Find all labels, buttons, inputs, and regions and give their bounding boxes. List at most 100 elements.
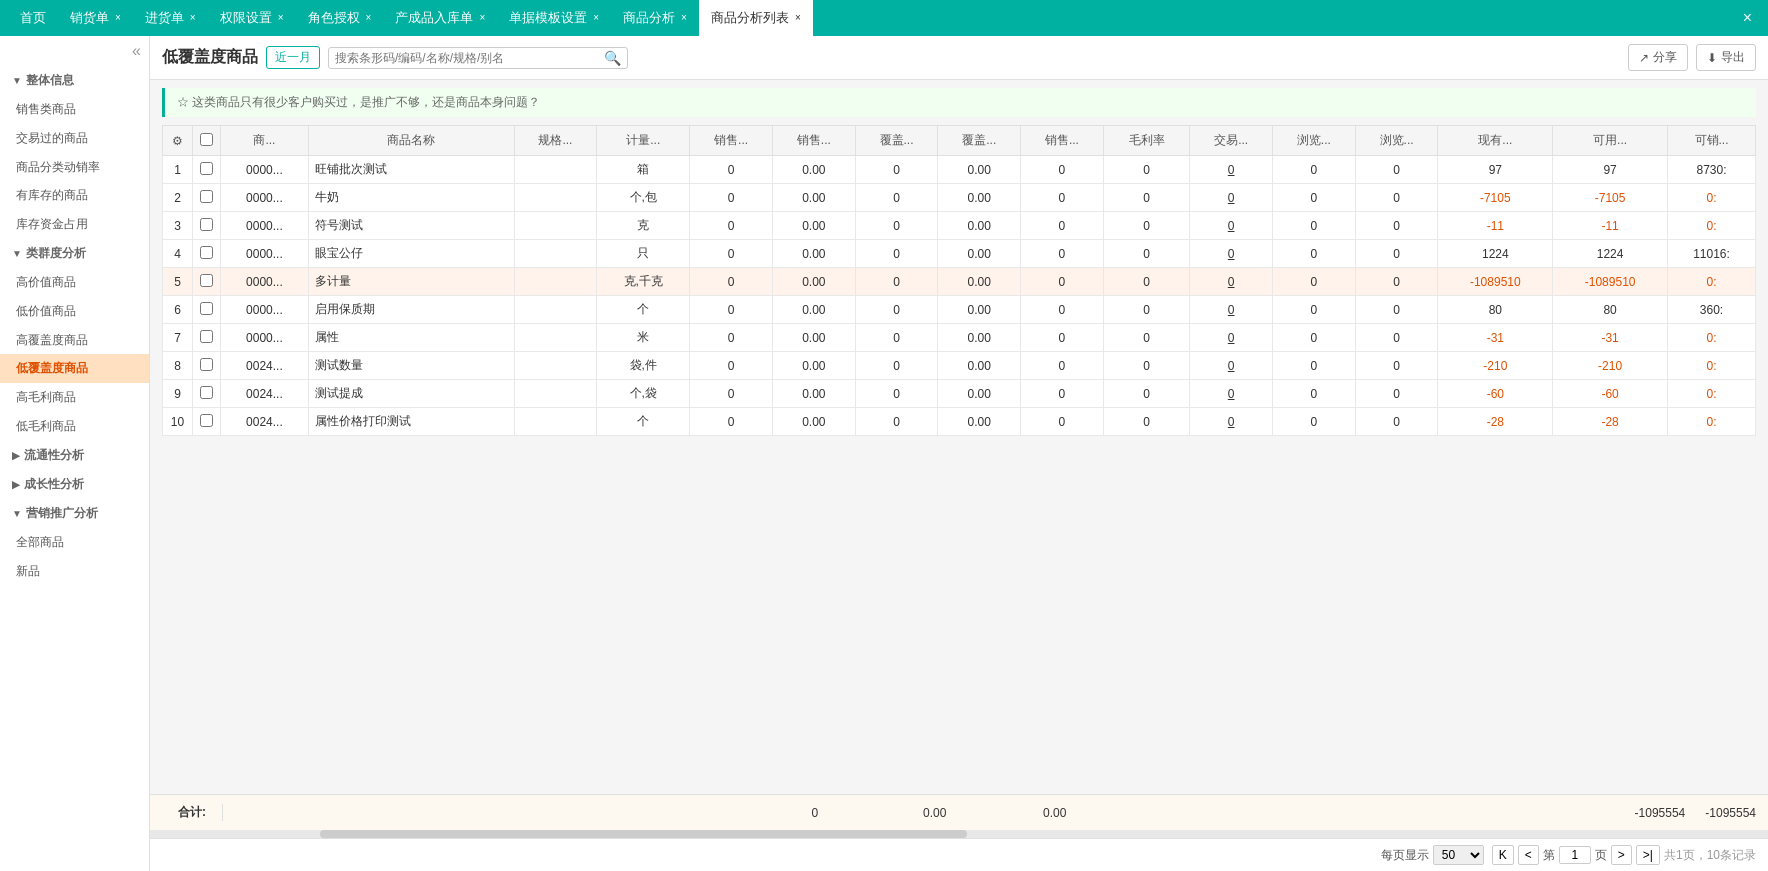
- column-gross-rate[interactable]: 毛利率: [1103, 126, 1190, 156]
- column-current-stock[interactable]: 现有...: [1438, 126, 1553, 156]
- close-icon[interactable]: ×: [479, 0, 485, 36]
- cell-checkbox[interactable]: [193, 324, 221, 352]
- row-checkbox[interactable]: [200, 274, 213, 287]
- sidebar-item-low-value[interactable]: 低价值商品: [0, 297, 149, 326]
- column-browse2[interactable]: 浏览...: [1355, 126, 1438, 156]
- period-button[interactable]: 近一月: [266, 46, 320, 69]
- current-page-input[interactable]: [1559, 846, 1591, 864]
- column-coverage2[interactable]: 覆盖...: [938, 126, 1021, 156]
- column-trade[interactable]: 交易...: [1190, 126, 1273, 156]
- prev-page-button[interactable]: <: [1518, 845, 1539, 865]
- cell-trade: 0: [1190, 212, 1273, 240]
- share-button[interactable]: ↗ 分享: [1628, 44, 1688, 71]
- close-icon[interactable]: ×: [593, 0, 599, 36]
- cell-checkbox[interactable]: [193, 380, 221, 408]
- column-sales-amt[interactable]: 销售...: [772, 126, 855, 156]
- sidebar-item-low-coverage[interactable]: 低覆盖度商品: [0, 354, 149, 383]
- sidebar-section-circulation[interactable]: ▶ 流通性分析: [0, 441, 149, 470]
- cell-browse1: 0: [1273, 380, 1356, 408]
- sidebar-item-stocked-goods[interactable]: 有库存的商品: [0, 181, 149, 210]
- nav-product-analysis[interactable]: 商品分析 ×: [611, 0, 699, 36]
- sidebar-item-all-goods[interactable]: 全部商品: [0, 528, 149, 557]
- cell-checkbox[interactable]: [193, 184, 221, 212]
- content-header: 低覆盖度商品 近一月 🔍 ↗ 分享 ⬇ 导出: [150, 36, 1768, 80]
- close-icon[interactable]: ×: [366, 0, 372, 36]
- nav-template-settings[interactable]: 单据模板设置 ×: [497, 0, 611, 36]
- page-label: 第: [1543, 847, 1555, 864]
- cell-cov1: 0: [855, 240, 938, 268]
- column-name[interactable]: 商品名称: [308, 126, 514, 156]
- row-checkbox[interactable]: [200, 330, 213, 343]
- close-icon[interactable]: ×: [278, 0, 284, 36]
- close-icon[interactable]: ×: [681, 0, 687, 36]
- cell-no: 3: [163, 212, 193, 240]
- nav-permission-settings[interactable]: 权限设置 ×: [208, 0, 296, 36]
- row-checkbox[interactable]: [200, 386, 213, 399]
- row-checkbox[interactable]: [200, 358, 213, 371]
- nav-home[interactable]: 首页: [8, 0, 58, 36]
- column-sales-qty[interactable]: 销售...: [690, 126, 773, 156]
- per-page-select[interactable]: 50 20 100 200: [1433, 845, 1484, 865]
- column-unit[interactable]: 计量...: [597, 126, 690, 156]
- table-row: 6 0000... 启用保质期 个 0 0.00 0 0.00 0 0 0 0 …: [163, 296, 1756, 324]
- sidebar-collapse-button[interactable]: «: [0, 36, 149, 66]
- column-saleable[interactable]: 可销...: [1668, 126, 1756, 156]
- column-spec[interactable]: 规格...: [514, 126, 597, 156]
- nav-role-auth[interactable]: 角色授权 ×: [296, 0, 384, 36]
- column-available[interactable]: 可用...: [1553, 126, 1668, 156]
- row-checkbox[interactable]: [200, 246, 213, 259]
- cell-cov1: 0: [855, 268, 938, 296]
- nav-sales-order[interactable]: 销货单 ×: [58, 0, 133, 36]
- nav-purchase-order[interactable]: 进货单 ×: [133, 0, 208, 36]
- cell-checkbox[interactable]: [193, 156, 221, 184]
- cell-checkbox[interactable]: [193, 240, 221, 268]
- sidebar-item-traded-goods[interactable]: 交易过的商品: [0, 124, 149, 153]
- sidebar-section-cluster-analysis[interactable]: ▼ 类群度分析: [0, 239, 149, 268]
- sidebar-item-sales-goods[interactable]: 销售类商品: [0, 95, 149, 124]
- sidebar-item-new-goods[interactable]: 新品: [0, 557, 149, 586]
- cell-gross-rate: 0: [1103, 240, 1190, 268]
- cell-code: 0000...: [221, 324, 309, 352]
- window-close-button[interactable]: ×: [1735, 0, 1760, 36]
- select-all-checkbox[interactable]: [200, 133, 213, 146]
- row-checkbox[interactable]: [200, 190, 213, 203]
- column-browse1[interactable]: 浏览...: [1273, 126, 1356, 156]
- cell-checkbox[interactable]: [193, 408, 221, 436]
- cell-checkbox[interactable]: [193, 212, 221, 240]
- sidebar-item-high-coverage[interactable]: 高覆盖度商品: [0, 326, 149, 355]
- sidebar-item-high-value[interactable]: 高价值商品: [0, 268, 149, 297]
- nav-product-inbound[interactable]: 产成品入库单 ×: [383, 0, 497, 36]
- cell-cov2: 0.00: [938, 156, 1021, 184]
- cell-checkbox[interactable]: [193, 268, 221, 296]
- row-checkbox[interactable]: [200, 302, 213, 315]
- row-checkbox[interactable]: [200, 414, 213, 427]
- next-page-button[interactable]: >: [1611, 845, 1632, 865]
- sidebar-section-growth[interactable]: ▶ 成长性分析: [0, 470, 149, 499]
- cell-checkbox[interactable]: [193, 352, 221, 380]
- first-page-button[interactable]: K: [1492, 845, 1514, 865]
- sidebar-item-high-margin[interactable]: 高毛利商品: [0, 383, 149, 412]
- last-page-button[interactable]: >|: [1636, 845, 1660, 865]
- nav-product-analysis-list[interactable]: 商品分析列表 ×: [699, 0, 813, 36]
- close-icon[interactable]: ×: [795, 0, 801, 36]
- table-container[interactable]: ⚙ 商... 商品名称 规格... 计量... 销售... 销售... 覆盖..…: [150, 125, 1768, 794]
- sidebar-section-marketing[interactable]: ▼ 营销推广分析: [0, 499, 149, 528]
- row-checkbox[interactable]: [200, 162, 213, 175]
- export-button[interactable]: ⬇ 导出: [1696, 44, 1756, 71]
- sidebar-item-stock-capital[interactable]: 库存资金占用: [0, 210, 149, 239]
- column-sales-rate[interactable]: 销售...: [1021, 126, 1104, 156]
- column-checkbox[interactable]: [193, 126, 221, 156]
- close-icon[interactable]: ×: [115, 0, 121, 36]
- sidebar-item-category-sales-rate[interactable]: 商品分类动销率: [0, 153, 149, 182]
- column-coverage1[interactable]: 覆盖...: [855, 126, 938, 156]
- cell-code: 0024...: [221, 352, 309, 380]
- sidebar-item-low-margin[interactable]: 低毛利商品: [0, 412, 149, 441]
- column-code[interactable]: 商...: [221, 126, 309, 156]
- cell-cov2: 0.00: [938, 184, 1021, 212]
- sidebar-section-whole-info[interactable]: ▼ 整体信息: [0, 66, 149, 95]
- cell-checkbox[interactable]: [193, 296, 221, 324]
- search-input[interactable]: [335, 51, 600, 65]
- column-settings[interactable]: ⚙: [163, 126, 193, 156]
- row-checkbox[interactable]: [200, 218, 213, 231]
- close-icon[interactable]: ×: [190, 0, 196, 36]
